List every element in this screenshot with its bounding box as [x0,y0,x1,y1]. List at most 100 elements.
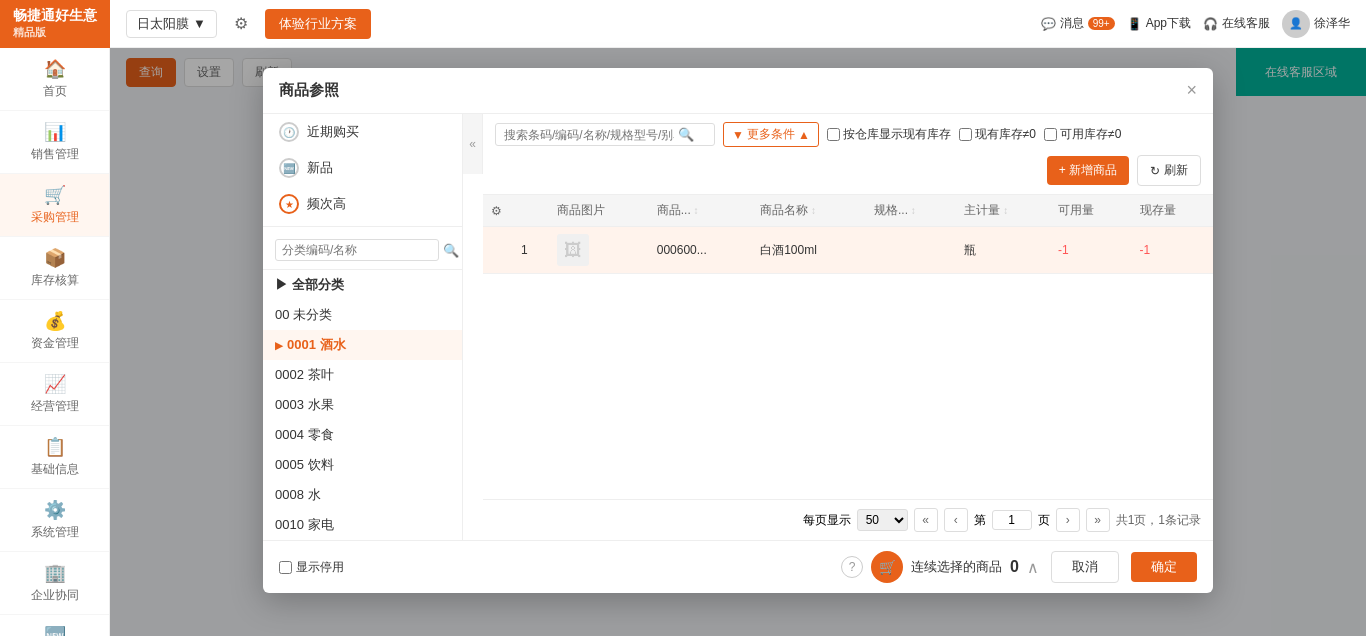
page-size-select[interactable]: 50 10 20 100 [857,509,908,531]
left-panel-collapse-button[interactable]: « [463,114,483,174]
more-filter-button[interactable]: ▼ 更多条件 ▲ [723,122,819,147]
sidebar-item-enterprise[interactable]: 🏢 企业协同 [0,552,109,615]
product-table-wrap: ⚙ 商品图片 商品... 商品名称 规格... 主计量 [483,195,1213,499]
messages-label: 消息 [1060,15,1084,32]
category-0008[interactable]: 0008 水 [263,480,462,510]
settings-icon[interactable]: ⚙ [225,8,257,40]
th-num [513,195,549,227]
inventory-checkbox[interactable] [959,128,972,141]
sidebar-item-sales[interactable]: 📊 销售管理 [0,111,109,174]
table-row[interactable]: 1 🖼 000600... 白酒100ml 瓶 -1 [483,227,1213,274]
page-end-label: 页 [1038,512,1050,529]
filter-arrow-icon: ▲ [798,128,810,142]
sidebar-item-system[interactable]: ⚙️ 系统管理 [0,489,109,552]
warehouse-checkbox-label[interactable]: 按仓库显示现有库存 [827,126,951,143]
pagination: 每页显示 50 10 20 100 « ‹ 第 页 [483,499,1213,540]
modal-header: 商品参照 × [263,68,1213,114]
available-checkbox-label[interactable]: 可用库存≠0 [1044,126,1121,143]
user-profile[interactable]: 👤 徐泽华 [1282,10,1350,38]
warehouse-checkbox[interactable] [827,128,840,141]
td-unit: 瓶 [956,227,1050,274]
confirm-button[interactable]: 确定 [1131,552,1197,582]
next-page-button[interactable]: › [1056,508,1080,532]
phone-icon: 📱 [1127,17,1142,31]
td-gear [483,227,513,274]
nav-recent[interactable]: 🕐 近期购买 [263,114,462,150]
category-0002[interactable]: 0002 茶叶 [263,360,462,390]
refresh-label: 刷新 [1164,162,1188,179]
show-disabled-label[interactable]: 显示停用 [279,559,344,576]
sidebar-item-finance[interactable]: 💰 资金管理 [0,300,109,363]
sales-icon: 📊 [44,121,66,143]
category-search: 🔍 [263,231,462,270]
experience-button[interactable]: 体验行业方案 [265,9,371,39]
show-disabled-text: 显示停用 [296,559,344,576]
warehouse-checkbox-text: 按仓库显示现有库存 [843,126,951,143]
nav-new-label: 新品 [307,159,333,177]
category-all[interactable]: ▶ 全部分类 [263,270,462,300]
product-search-icon[interactable]: 🔍 [678,127,694,142]
last-page-button[interactable]: » [1086,508,1110,532]
nav-frequent[interactable]: ★ 频次高 [263,186,462,222]
category-0003-label: 0003 水果 [275,396,334,414]
avatar: 👤 [1282,10,1310,38]
nav-recent-label: 近期购买 [307,123,359,141]
messages-button[interactable]: 💬 消息 99+ [1041,15,1115,32]
category-0003[interactable]: 0003 水果 [263,390,462,420]
app-download-label: App下载 [1146,15,1191,32]
cart-icon[interactable]: 🛒 [871,551,903,583]
cancel-button[interactable]: 取消 [1051,551,1119,583]
refresh-button[interactable]: ↻ 刷新 [1137,155,1201,186]
total-info: 共1页，1条记录 [1116,512,1201,529]
sidebar-label-basic: 基础信息 [31,461,79,478]
category-00[interactable]: 00 未分类 [263,300,462,330]
th-name[interactable]: 商品名称 [752,195,866,227]
category-0002-label: 0002 茶叶 [275,366,334,384]
th-gear[interactable]: ⚙ [483,195,513,227]
inventory-checkbox-label[interactable]: 现有库存≠0 [959,126,1036,143]
app-download-button[interactable]: 📱 App下载 [1127,15,1191,32]
th-unit[interactable]: 主计量 [956,195,1050,227]
category-0001[interactable]: ▶ 0001 酒水 [263,330,462,360]
show-disabled-checkbox[interactable] [279,561,292,574]
category-search-icon[interactable]: 🔍 [443,243,459,258]
td-code: 000600... [649,227,752,274]
cart-collapse-button[interactable]: ∧ [1027,558,1039,577]
cart-text: 连续选择的商品 [911,558,1002,576]
category-0001-label: 0001 酒水 [287,336,346,354]
sidebar-item-home[interactable]: 🏠 首页 [0,48,109,111]
category-search-input[interactable] [275,239,439,261]
prev-page-button[interactable]: ‹ [944,508,968,532]
th-available: 可用量 [1050,195,1131,227]
category-0008-label: 0008 水 [275,486,321,504]
sidebar-item-inventory[interactable]: 📦 库存核算 [0,237,109,300]
first-page-button[interactable]: « [914,508,938,532]
dropdown-arrow-icon: ▼ [193,16,206,31]
sidebar-item-operations[interactable]: 📈 经营管理 [0,363,109,426]
category-0004[interactable]: 0004 零食 [263,420,462,450]
category-0010[interactable]: 0010 家电 [263,510,462,540]
product-reference-modal: 商品参照 × 🕐 近期购买 🆕 [263,68,1213,593]
sidebar-item-basic[interactable]: 📋 基础信息 [0,426,109,489]
nav-new[interactable]: 🆕 新品 [263,150,462,186]
th-code[interactable]: 商品... [649,195,752,227]
help-button[interactable]: ? [841,556,863,578]
app-logo: 畅捷通好生意 精品版 [0,0,110,48]
username: 徐泽华 [1314,15,1350,32]
sidebar-item-purchase[interactable]: 🛒 采购管理 [0,174,109,237]
category-0005[interactable]: 0005 饮料 [263,450,462,480]
store-selector[interactable]: 日太阳膜 ▼ [126,10,217,38]
sidebar-item-guide[interactable]: 🆕 新手引导 [0,615,109,636]
th-spec[interactable]: 规格... [866,195,957,227]
add-product-button[interactable]: + 新增商品 [1047,156,1129,185]
page-number-input[interactable] [992,510,1032,530]
modal-right-panel: 🔍 ▼ 更多条件 ▲ 按仓库显示现有库存 [483,114,1213,540]
product-search-input[interactable] [504,128,674,142]
category-00-label: 00 未分类 [275,306,332,324]
online-service-button[interactable]: 🎧 在线客服 [1203,15,1270,32]
available-checkbox[interactable] [1044,128,1057,141]
system-icon: ⚙️ [44,499,66,521]
online-service-label: 在线客服 [1222,15,1270,32]
sidebar-label-enterprise: 企业协同 [31,587,79,604]
modal-close-button[interactable]: × [1186,80,1197,101]
